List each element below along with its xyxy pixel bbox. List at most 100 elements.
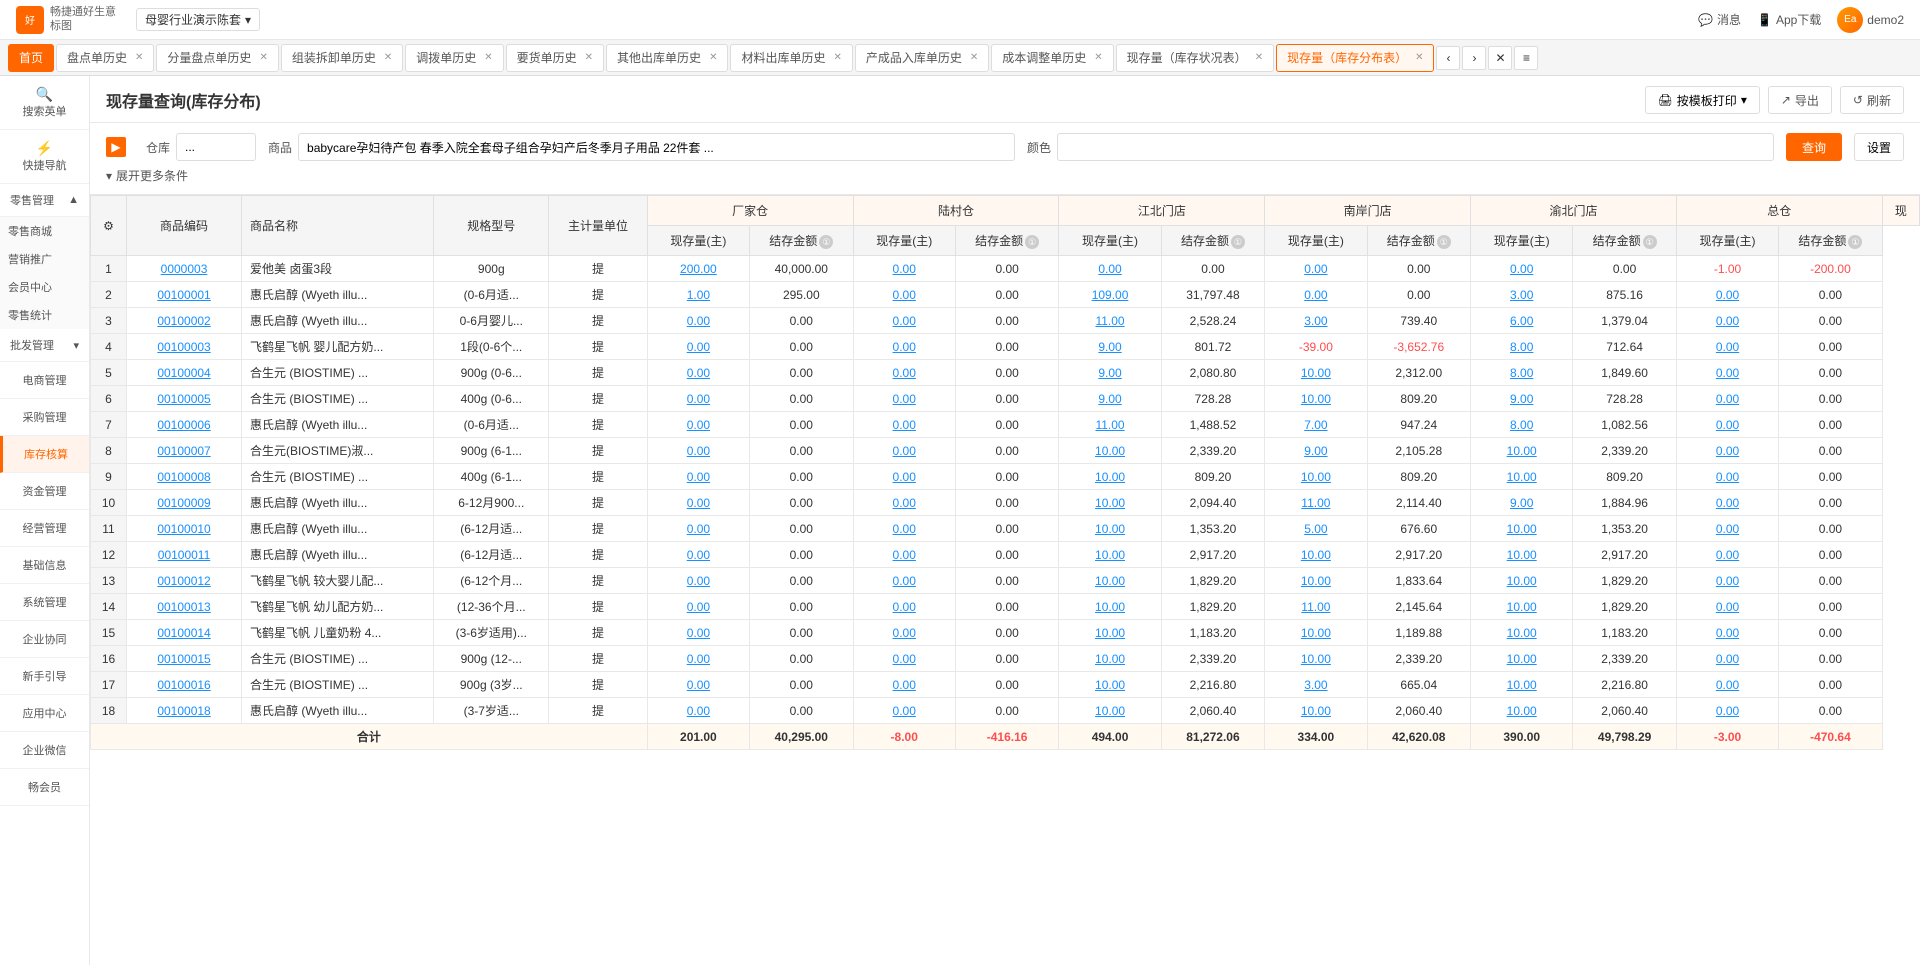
val-link[interactable]: 0.00 xyxy=(1716,600,1739,614)
code-link[interactable]: 00100006 xyxy=(157,418,210,432)
sidebar-item-guide[interactable]: 新手引导 xyxy=(0,658,89,695)
val-link[interactable]: 10.00 xyxy=(1301,366,1331,380)
val-link[interactable]: 10.00 xyxy=(1507,600,1537,614)
val-link[interactable]: 0.00 xyxy=(1098,262,1121,276)
tab-next-button[interactable]: › xyxy=(1462,46,1486,70)
val-link[interactable]: 0.00 xyxy=(687,600,710,614)
val-link[interactable]: 0.00 xyxy=(893,314,916,328)
val-link[interactable]: 0.00 xyxy=(687,444,710,458)
sidebar-item-operations[interactable]: 经营管理 xyxy=(0,510,89,547)
val-link[interactable]: 8.00 xyxy=(1510,366,1533,380)
tab-close-all-button[interactable]: ✕ xyxy=(1488,46,1512,70)
info-icon[interactable]: ① xyxy=(1848,235,1862,249)
val-link[interactable]: 7.00 xyxy=(1304,418,1327,432)
val-link[interactable]: 0.00 xyxy=(893,418,916,432)
code-link[interactable]: 00100015 xyxy=(157,652,210,666)
tab-other-out[interactable]: 其他出库单历史 ✕ xyxy=(606,44,728,72)
code-link[interactable]: 00100018 xyxy=(157,704,210,718)
code-link[interactable]: 0000003 xyxy=(161,262,208,276)
val-link[interactable]: 0.00 xyxy=(893,704,916,718)
sidebar-item-appcenter[interactable]: 应用中心 xyxy=(0,695,89,732)
val-link[interactable]: 0.00 xyxy=(687,340,710,354)
tab-close-icon[interactable]: ✕ xyxy=(1255,52,1263,63)
code-link[interactable]: 00100011 xyxy=(158,548,211,562)
val-link[interactable]: 10.00 xyxy=(1507,704,1537,718)
val-link[interactable]: 10.00 xyxy=(1301,574,1331,588)
code-link[interactable]: 00100014 xyxy=(157,626,210,640)
val-link[interactable]: 10.00 xyxy=(1507,652,1537,666)
info-icon[interactable]: ① xyxy=(1437,235,1451,249)
val-link[interactable]: 0.00 xyxy=(687,626,710,640)
code-link[interactable]: 00100008 xyxy=(157,470,210,484)
code-link[interactable]: 00100001 xyxy=(157,288,210,302)
val-link[interactable]: 0.00 xyxy=(893,600,916,614)
sidebar-item-search[interactable]: 🔍 搜索英单 xyxy=(0,76,89,130)
val-link[interactable]: 0.00 xyxy=(1304,288,1327,302)
query-button[interactable]: 查询 xyxy=(1786,133,1842,161)
user-avatar-button[interactable]: Ea demo2 xyxy=(1837,7,1904,33)
val-link[interactable]: 9.00 xyxy=(1510,496,1533,510)
val-link[interactable]: 8.00 xyxy=(1510,340,1533,354)
val-link[interactable]: 6.00 xyxy=(1510,314,1533,328)
code-link[interactable]: 00100009 xyxy=(157,496,210,510)
sidebar-item-inventory[interactable]: 库存核算 xyxy=(0,436,89,473)
val-link[interactable]: 9.00 xyxy=(1098,366,1121,380)
val-link[interactable]: 9.00 xyxy=(1098,340,1121,354)
info-icon[interactable]: ① xyxy=(1643,235,1657,249)
val-link[interactable]: 11.00 xyxy=(1301,600,1330,614)
tab-close-icon[interactable]: ✕ xyxy=(970,52,978,63)
code-link[interactable]: 00100007 xyxy=(157,444,210,458)
val-link[interactable]: 0.00 xyxy=(1716,444,1739,458)
sidebar-item-member2[interactable]: 畅会员 xyxy=(0,769,89,806)
val-link[interactable]: 10.00 xyxy=(1095,444,1125,458)
val-link[interactable]: 0.00 xyxy=(1716,626,1739,640)
val-link[interactable]: 0.00 xyxy=(1510,262,1533,276)
sidebar-item-wholesale[interactable]: 批发管理 ▾ xyxy=(0,329,89,362)
tab-material-out[interactable]: 材料出库单历史 ✕ xyxy=(730,44,852,72)
val-link[interactable]: 3.00 xyxy=(1304,678,1327,692)
refresh-button[interactable]: ↺ 刷新 xyxy=(1840,86,1904,114)
val-link[interactable]: 10.00 xyxy=(1095,496,1125,510)
val-link[interactable]: 0.00 xyxy=(1716,548,1739,562)
val-link[interactable]: 0.00 xyxy=(1716,470,1739,484)
val-link[interactable]: 0.00 xyxy=(687,522,710,536)
expand-more-button[interactable]: ▾ 展开更多条件 xyxy=(106,167,1904,184)
tab-assembly[interactable]: 组装拆卸单历史 ✕ xyxy=(281,44,403,72)
message-button[interactable]: 💬 消息 xyxy=(1698,11,1741,28)
val-link[interactable]: 0.00 xyxy=(1716,522,1739,536)
val-link[interactable]: 0.00 xyxy=(687,652,710,666)
code-link[interactable]: 00100004 xyxy=(157,366,210,380)
val-link[interactable]: 0.00 xyxy=(687,704,710,718)
val-link[interactable]: 0.00 xyxy=(893,288,916,302)
val-link[interactable]: 0.00 xyxy=(893,340,916,354)
tab-close-icon[interactable]: ✕ xyxy=(1094,52,1102,63)
val-link[interactable]: 0.00 xyxy=(687,392,710,406)
val-link[interactable]: 10.00 xyxy=(1507,574,1537,588)
val-link[interactable]: 0.00 xyxy=(1716,496,1739,510)
app-download-button[interactable]: 📱 App下载 xyxy=(1757,11,1821,28)
val-link[interactable]: 10.00 xyxy=(1301,392,1331,406)
th-settings[interactable]: ⚙ xyxy=(91,196,127,256)
sidebar-item-retail-store[interactable]: 零售商城 xyxy=(0,217,89,245)
val-link[interactable]: 10.00 xyxy=(1507,444,1537,458)
sidebar-item-ecommerce[interactable]: 电商管理 xyxy=(0,362,89,399)
tab-transfer[interactable]: 调拨单历史 ✕ xyxy=(405,44,503,72)
val-link[interactable]: 10.00 xyxy=(1095,626,1125,640)
val-link[interactable]: 0.00 xyxy=(893,470,916,484)
val-link[interactable]: 0.00 xyxy=(687,574,710,588)
val-link[interactable]: 1.00 xyxy=(687,288,710,302)
tab-home[interactable]: 首页 xyxy=(8,44,54,72)
val-link[interactable]: 0.00 xyxy=(687,366,710,380)
val-link[interactable]: 0.00 xyxy=(893,522,916,536)
code-link[interactable]: 00100012 xyxy=(157,574,210,588)
settings-button[interactable]: 设置 xyxy=(1854,133,1904,161)
val-link[interactable]: 9.00 xyxy=(1098,392,1121,406)
table-container[interactable]: ⚙ 商品编码 商品名称 规格型号 主计量单位 厂家仓 陆村仓 江北门店 南岸门店… xyxy=(90,195,1920,965)
val-link[interactable]: 10.00 xyxy=(1301,548,1331,562)
code-link[interactable]: 00100003 xyxy=(157,340,210,354)
sidebar-item-system[interactable]: 系统管理 xyxy=(0,584,89,621)
val-link[interactable]: 3.00 xyxy=(1304,314,1327,328)
val-link[interactable]: 10.00 xyxy=(1301,704,1331,718)
val-link[interactable]: 11.00 xyxy=(1095,314,1124,328)
tab-close-icon[interactable]: ✕ xyxy=(585,52,593,63)
